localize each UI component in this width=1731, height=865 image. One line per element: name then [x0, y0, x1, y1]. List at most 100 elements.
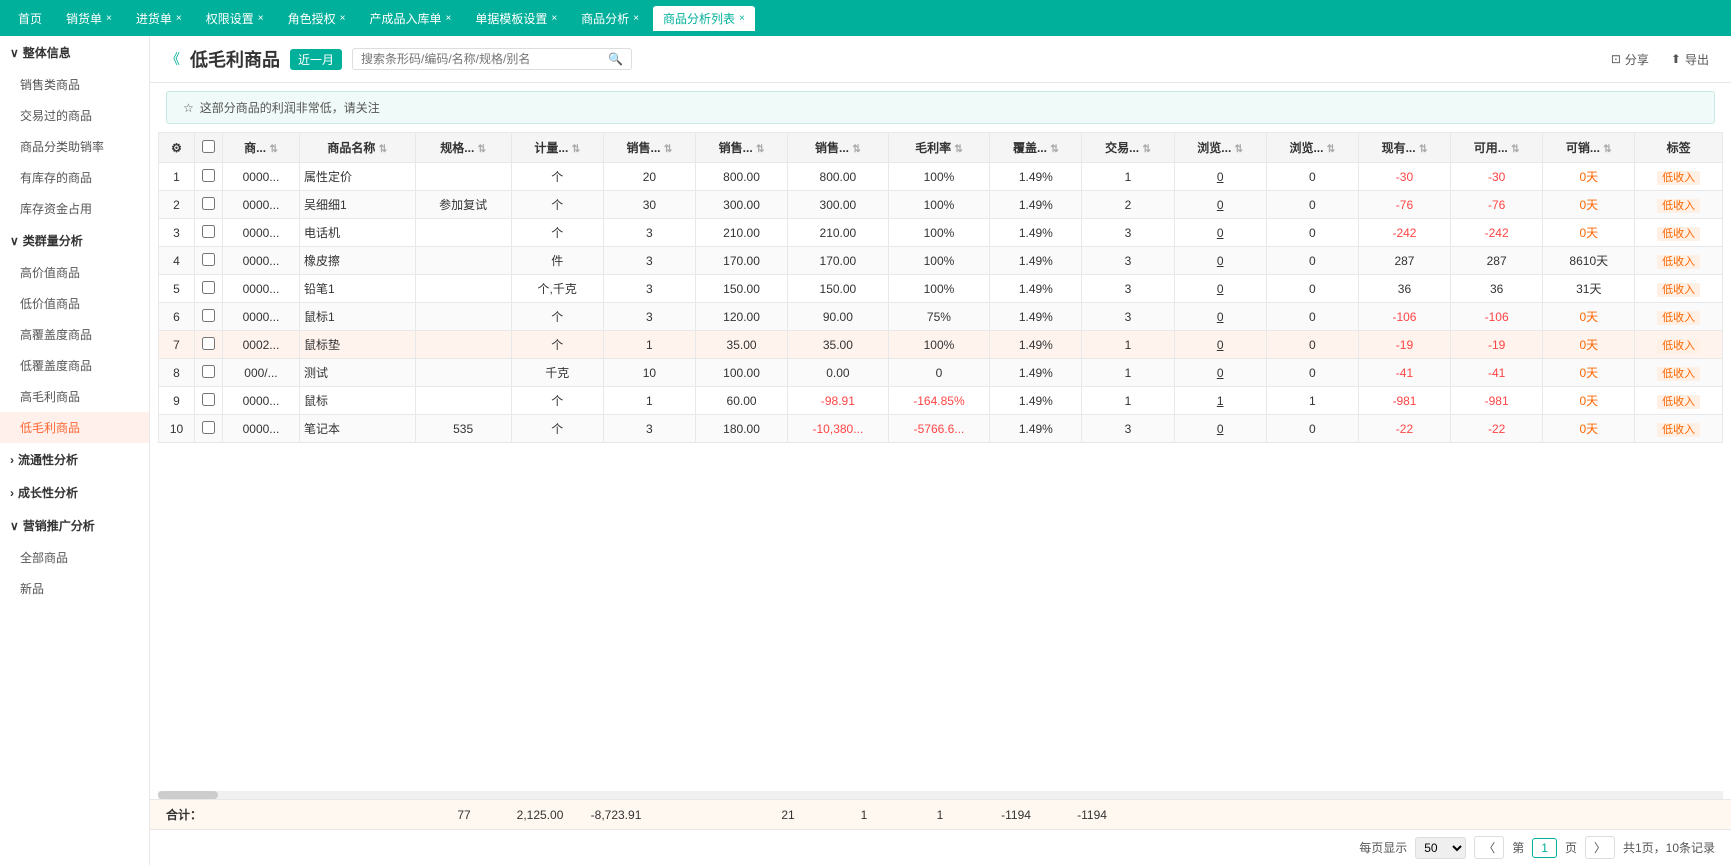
nav-home[interactable]: 首页	[8, 6, 52, 31]
sidebar-group-cluster[interactable]: ∨ 类群量分析	[0, 224, 149, 257]
nav-template[interactable]: 单据模板设置 ×	[465, 6, 567, 31]
prev-page-button[interactable]: 〈	[1474, 836, 1504, 859]
sidebar-collapse-button[interactable]: 《	[166, 49, 180, 69]
th-checkbox[interactable]	[195, 133, 223, 163]
sidebar-item-category-rate[interactable]: 商品分类助销率	[0, 131, 149, 162]
close-icon[interactable]: ×	[445, 13, 451, 24]
sidebar-item-new-products[interactable]: 新品	[0, 573, 149, 604]
row-name[interactable]: 测试	[299, 359, 415, 387]
row-select-checkbox[interactable]	[202, 309, 215, 322]
sidebar-group-marketing[interactable]: ∨ 营销推广分析	[0, 509, 149, 542]
close-icon[interactable]: ×	[340, 13, 346, 24]
row-select-checkbox[interactable]	[202, 337, 215, 350]
horizontal-scrollbar[interactable]	[158, 791, 1723, 799]
export-button[interactable]: ⬆ 导出	[1665, 48, 1715, 71]
sidebar-item-all-products[interactable]: 全部商品	[0, 542, 149, 573]
sidebar-group-growth[interactable]: › 成长性分析	[0, 476, 149, 509]
row-checkbox[interactable]	[195, 387, 223, 415]
row-name[interactable]: 铅笔1	[299, 275, 415, 303]
nav-role[interactable]: 角色授权 ×	[278, 6, 356, 31]
row-checkbox[interactable]	[195, 247, 223, 275]
sidebar-item-high-value[interactable]: 高价值商品	[0, 257, 149, 288]
row-checkbox[interactable]	[195, 415, 223, 443]
row-checkbox[interactable]	[195, 303, 223, 331]
nav-product-entry[interactable]: 产成品入库单 ×	[359, 6, 461, 31]
sidebar-item-in-stock[interactable]: 有库存的商品	[0, 162, 149, 193]
row-select-checkbox[interactable]	[202, 393, 215, 406]
table-row: 5 0000... 铅笔1 个,千克 3 150.00 150.00 100% …	[159, 275, 1723, 303]
row-name[interactable]: 鼠标1	[299, 303, 415, 331]
table-row: 9 0000... 鼠标 个 1 60.00 -98.91 -164.85% 1…	[159, 387, 1723, 415]
row-browse1[interactable]: 0	[1174, 359, 1266, 387]
row-sales-price: 100.00	[695, 359, 787, 387]
nav-purchase[interactable]: 进货单 ×	[126, 6, 192, 31]
close-icon[interactable]: ×	[633, 13, 639, 24]
sidebar-item-sales-products[interactable]: 销售类商品	[0, 69, 149, 100]
close-icon[interactable]: ×	[258, 13, 264, 24]
row-usable: -242	[1451, 219, 1543, 247]
nav-analysis[interactable]: 商品分析 ×	[571, 6, 649, 31]
row-browse1[interactable]: 0	[1174, 275, 1266, 303]
close-icon[interactable]: ×	[176, 13, 182, 24]
close-icon[interactable]: ×	[739, 13, 745, 24]
row-select-checkbox[interactable]	[202, 225, 215, 238]
row-browse1[interactable]: 0	[1174, 247, 1266, 275]
sidebar-item-traded-products[interactable]: 交易过的商品	[0, 100, 149, 131]
row-select-checkbox[interactable]	[202, 169, 215, 182]
row-sales-price: 60.00	[695, 387, 787, 415]
row-browse2: 0	[1266, 415, 1358, 443]
row-sales-profit: 150.00	[788, 275, 889, 303]
row-coverage: 1.49%	[990, 359, 1082, 387]
next-page-button[interactable]: 〉	[1585, 836, 1615, 859]
row-select-checkbox[interactable]	[202, 281, 215, 294]
row-select-checkbox[interactable]	[202, 421, 215, 434]
scrollbar-thumb	[158, 791, 218, 799]
row-browse1[interactable]: 0	[1174, 219, 1266, 247]
row-unit: 个	[511, 387, 603, 415]
nav-analysis-list[interactable]: 商品分析列表 ×	[653, 6, 755, 31]
row-name[interactable]: 电话机	[299, 219, 415, 247]
close-icon[interactable]: ×	[106, 13, 112, 24]
share-button[interactable]: ⊡ 分享	[1605, 48, 1655, 71]
row-sales-qty: 10	[603, 359, 695, 387]
row-browse1[interactable]: 0	[1174, 303, 1266, 331]
th-settings[interactable]: ⚙	[159, 133, 195, 163]
row-browse1[interactable]: 0	[1174, 163, 1266, 191]
nav-permission[interactable]: 权限设置 ×	[196, 6, 274, 31]
row-name[interactable]: 鼠标垫	[299, 331, 415, 359]
close-icon[interactable]: ×	[551, 13, 557, 24]
row-deal: 3	[1082, 247, 1174, 275]
row-checkbox[interactable]	[195, 219, 223, 247]
row-browse1[interactable]: 0	[1174, 415, 1266, 443]
row-select-checkbox[interactable]	[202, 197, 215, 210]
row-name[interactable]: 橡皮擦	[299, 247, 415, 275]
row-checkbox[interactable]	[195, 163, 223, 191]
row-checkbox[interactable]	[195, 359, 223, 387]
date-badge[interactable]: 近一月	[290, 49, 342, 70]
row-checkbox[interactable]	[195, 331, 223, 359]
row-name[interactable]: 吴细细1	[299, 191, 415, 219]
row-name[interactable]: 笔记本	[299, 415, 415, 443]
sidebar-group-circulation[interactable]: › 流通性分析	[0, 443, 149, 476]
search-input[interactable]	[361, 52, 603, 66]
row-select-checkbox[interactable]	[202, 365, 215, 378]
sidebar-item-stock-capital[interactable]: 库存资金占用	[0, 193, 149, 224]
row-checkbox[interactable]	[195, 191, 223, 219]
sidebar-item-high-profit[interactable]: 高毛利商品	[0, 381, 149, 412]
sidebar-item-low-profit[interactable]: 低毛利商品	[0, 412, 149, 443]
sidebar-item-low-coverage[interactable]: 低覆盖度商品	[0, 350, 149, 381]
per-page-select[interactable]: 50 100 200	[1415, 837, 1466, 859]
row-name[interactable]: 属性定价	[299, 163, 415, 191]
search-icon[interactable]: 🔍	[608, 52, 623, 66]
row-browse1[interactable]: 0	[1174, 191, 1266, 219]
sidebar-item-low-value[interactable]: 低价值商品	[0, 288, 149, 319]
sidebar-item-high-coverage[interactable]: 高覆盖度商品	[0, 319, 149, 350]
row-name[interactable]: 鼠标	[299, 387, 415, 415]
sidebar-group-overall[interactable]: ∨ 整体信息	[0, 36, 149, 69]
row-select-checkbox[interactable]	[202, 253, 215, 266]
select-all-checkbox[interactable]	[202, 140, 215, 153]
nav-sales[interactable]: 销货单 ×	[56, 6, 122, 31]
row-browse1[interactable]: 1	[1174, 387, 1266, 415]
row-browse1[interactable]: 0	[1174, 331, 1266, 359]
row-checkbox[interactable]	[195, 275, 223, 303]
